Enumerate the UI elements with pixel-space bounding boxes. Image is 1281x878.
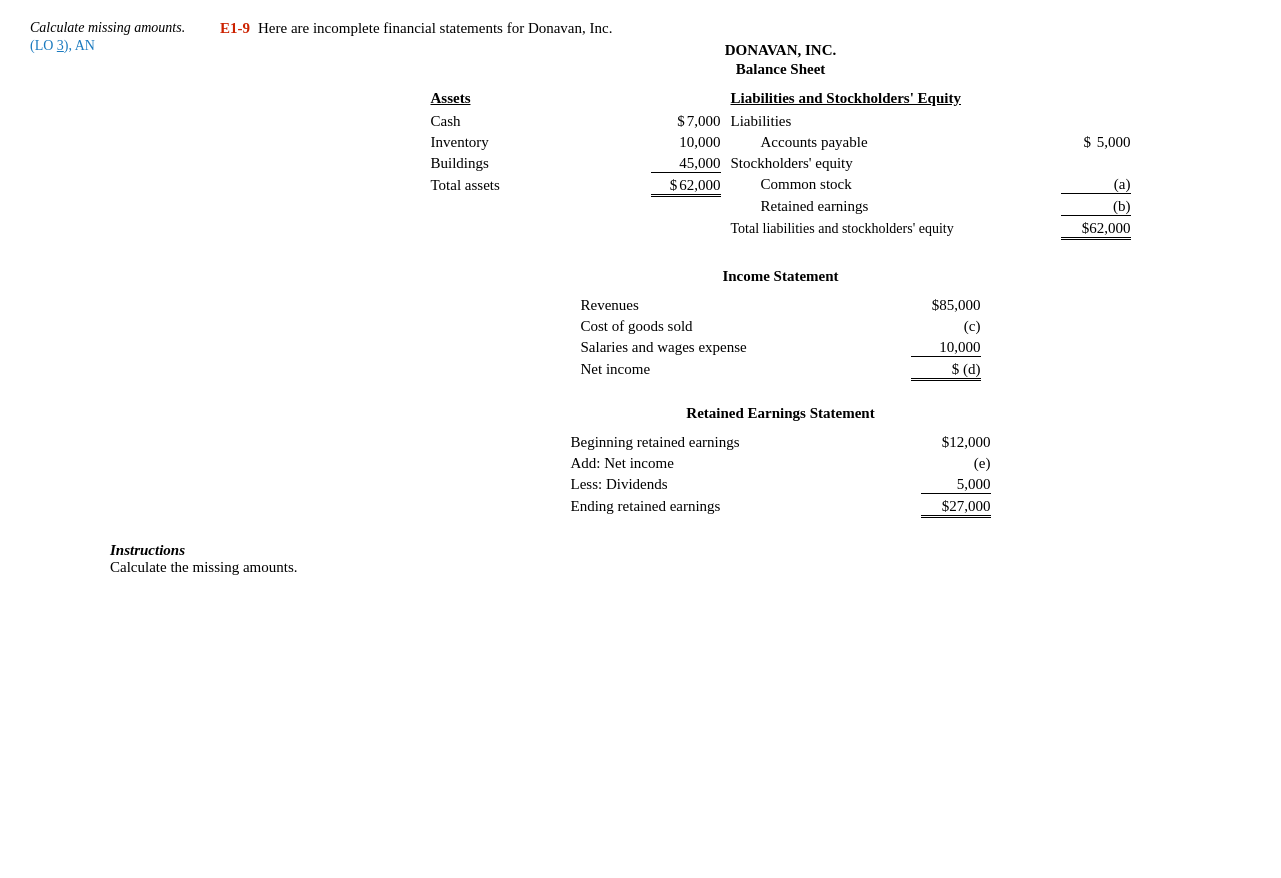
stockholders-equity-header: Stockholders' equity: [731, 155, 1131, 172]
cash-label: Cash: [431, 113, 461, 130]
income-statement-title: Income Statement: [310, 268, 1251, 285]
retained-earnings-title: Retained Earnings Statement: [310, 405, 1251, 422]
liabilities-subheader: Liabilities: [731, 113, 1131, 130]
less-dividends-value: 5,000: [921, 476, 991, 494]
cogs-value: (c): [911, 318, 981, 335]
total-liabilities-label: Total liabilities and stockholders' equi…: [731, 221, 954, 237]
problem-text: Here are incomplete financial statements…: [258, 20, 612, 37]
less-dividends-label: Less: Dividends: [571, 476, 668, 493]
cogs-label: Cost of goods sold: [581, 318, 693, 335]
salaries-label: Salaries and wages expense: [581, 339, 747, 356]
retained-earnings-bs-value: (b): [1061, 198, 1131, 216]
inventory-label: Inventory: [431, 134, 489, 151]
accounts-payable-label: Accounts payable: [761, 134, 868, 151]
instructions-text: Calculate the missing amounts.: [110, 559, 1251, 576]
revenues-value: $85,000: [911, 297, 981, 314]
ending-retained-value: $27,000: [921, 498, 991, 518]
add-net-income-value: (e): [921, 455, 991, 472]
cash-value: $7,000: [651, 113, 721, 130]
total-assets-label: Total assets: [431, 177, 500, 194]
problem-id: E1-9: [220, 20, 250, 37]
ending-retained-label: Ending retained earnings: [571, 498, 721, 515]
liabilities-equity-header: Liabilities and Stockholders' Equity: [731, 90, 1131, 107]
beginning-retained-value: $12,000: [921, 434, 991, 451]
salaries-value: 10,000: [911, 339, 981, 357]
retained-earnings-bs-label: Retained earnings: [761, 198, 869, 215]
instructions-title: Instructions: [110, 542, 1251, 559]
inventory-value: 10,000: [651, 134, 721, 151]
total-liabilities-value: $62,000: [1061, 220, 1131, 240]
accounts-payable-value: $ 5,000: [1061, 134, 1131, 151]
company-name: DONAVAN, INC.: [310, 42, 1251, 59]
buildings-value: 45,000: [651, 155, 721, 173]
buildings-label: Buildings: [431, 155, 489, 172]
assets-header: Assets: [431, 90, 731, 107]
net-income-value: $ (d): [911, 361, 981, 381]
balance-sheet-title: Balance Sheet: [310, 61, 1251, 78]
total-assets-value: $62,000: [651, 177, 721, 197]
revenues-label: Revenues: [581, 297, 639, 314]
lo-label: (LO 3), AN: [30, 38, 190, 54]
beginning-retained-label: Beginning retained earnings: [571, 434, 740, 451]
calculate-label: Calculate missing amounts.: [30, 20, 190, 36]
common-stock-value: (a): [1061, 176, 1131, 194]
net-income-label: Net income: [581, 361, 651, 378]
add-net-income-label: Add: Net income: [571, 455, 674, 472]
common-stock-label: Common stock: [761, 176, 852, 193]
